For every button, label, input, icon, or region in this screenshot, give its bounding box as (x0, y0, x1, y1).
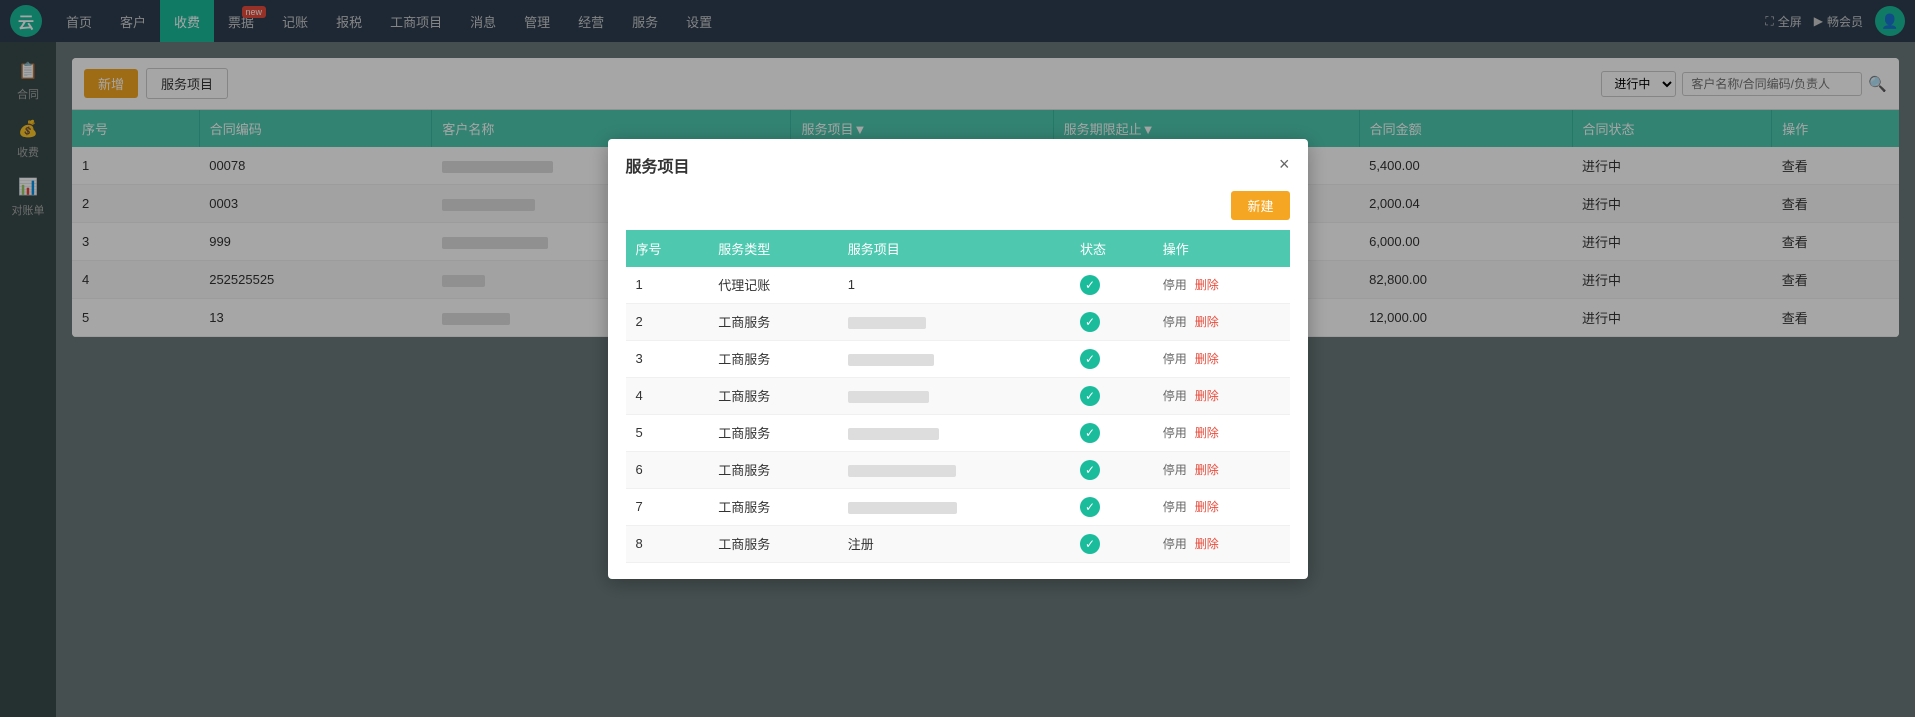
modal-cell-item (838, 340, 1070, 377)
modal-header: 服务项目 × (608, 139, 1308, 185)
stop-button[interactable]: 停用 (1163, 463, 1187, 477)
item-name-blurred (848, 317, 927, 329)
modal-cell-status: ✓ (1070, 451, 1153, 488)
delete-button[interactable]: 删除 (1195, 537, 1219, 551)
modal-cell-status: ✓ (1070, 267, 1153, 304)
modal-cell-seq: 6 (626, 451, 709, 488)
modal-overlay[interactable]: 服务项目 × 新建 序号服务类型服务项目状态操作 1代理记账1✓停用删除2工商服… (0, 0, 1915, 717)
stop-button[interactable]: 停用 (1163, 315, 1187, 329)
status-ok-icon: ✓ (1080, 423, 1100, 443)
stop-button[interactable]: 停用 (1163, 500, 1187, 514)
modal-col-header-2: 服务项目 (838, 230, 1070, 267)
modal-cell-actions: 停用删除 (1153, 488, 1290, 525)
modal-cell-actions: 停用删除 (1153, 267, 1290, 304)
modal-cell-seq: 1 (626, 267, 709, 304)
stop-button[interactable]: 停用 (1163, 426, 1187, 440)
modal-cell-actions: 停用删除 (1153, 303, 1290, 340)
modal-new-button[interactable]: 新建 (1231, 191, 1289, 220)
modal-cell-status: ✓ (1070, 377, 1153, 414)
modal-cell-type: 工商服务 (708, 451, 838, 488)
modal-cell-type: 工商服务 (708, 340, 838, 377)
modal-cell-actions: 停用删除 (1153, 525, 1290, 562)
modal-cell-actions: 停用删除 (1153, 377, 1290, 414)
modal-table-body: 1代理记账1✓停用删除2工商服务✓停用删除3工商服务✓停用删除4工商服务✓停用删… (626, 267, 1290, 563)
item-name-blurred (848, 502, 957, 514)
modal-header-row: 序号服务类型服务项目状态操作 (626, 230, 1290, 267)
modal-cell-type: 工商服务 (708, 525, 838, 562)
item-name-blurred (848, 391, 929, 403)
status-ok-icon: ✓ (1080, 386, 1100, 406)
modal-title: 服务项目 (626, 153, 690, 177)
modal-cell-actions: 停用删除 (1153, 451, 1290, 488)
modal-cell-type: 代理记账 (708, 267, 838, 304)
stop-button[interactable]: 停用 (1163, 537, 1187, 551)
modal-toolbar: 新建 (608, 185, 1308, 230)
modal-cell-status: ✓ (1070, 488, 1153, 525)
modal-table-row: 7工商服务 ✓ 停用删除 (626, 488, 1290, 525)
modal-cell-actions: 停用删除 (1153, 414, 1290, 451)
modal-cell-item (838, 451, 1070, 488)
modal-cell-status: ✓ (1070, 414, 1153, 451)
modal-table-row: 2工商服务 ✓ 停用删除 (626, 303, 1290, 340)
status-ok-icon: ✓ (1080, 534, 1100, 554)
modal-cell-seq: 2 (626, 303, 709, 340)
modal-table-row: 1代理记账1 ✓ 停用删除 (626, 267, 1290, 304)
modal-table-row: 8工商服务注册 ✓ 停用删除 (626, 525, 1290, 562)
modal-col-header-3: 状态 (1070, 230, 1153, 267)
modal-cell-seq: 5 (626, 414, 709, 451)
modal-cell-type: 工商服务 (708, 377, 838, 414)
delete-button[interactable]: 删除 (1195, 500, 1219, 514)
delete-button[interactable]: 删除 (1195, 278, 1219, 292)
delete-button[interactable]: 删除 (1195, 426, 1219, 440)
modal-cell-seq: 4 (626, 377, 709, 414)
delete-button[interactable]: 删除 (1195, 389, 1219, 403)
item-name-blurred (848, 354, 935, 366)
modal-body: 序号服务类型服务项目状态操作 1代理记账1✓停用删除2工商服务✓停用删除3工商服… (608, 230, 1308, 579)
modal-table-row: 5工商服务 ✓ 停用删除 (626, 414, 1290, 451)
modal-table-row: 4工商服务 ✓ 停用删除 (626, 377, 1290, 414)
modal-table-row: 3工商服务 ✓ 停用删除 (626, 340, 1290, 377)
item-name-blurred (848, 465, 956, 477)
modal-cell-type: 工商服务 (708, 303, 838, 340)
status-ok-icon: ✓ (1080, 349, 1100, 369)
modal-cell-seq: 8 (626, 525, 709, 562)
modal-col-header-4: 操作 (1153, 230, 1290, 267)
stop-button[interactable]: 停用 (1163, 352, 1187, 366)
delete-button[interactable]: 删除 (1195, 463, 1219, 477)
item-name-blurred (848, 428, 939, 440)
status-ok-icon: ✓ (1080, 275, 1100, 295)
modal-cell-item (838, 488, 1070, 525)
stop-button[interactable]: 停用 (1163, 389, 1187, 403)
modal-cell-actions: 停用删除 (1153, 340, 1290, 377)
modal-cell-type: 工商服务 (708, 414, 838, 451)
modal-cell-type: 工商服务 (708, 488, 838, 525)
modal-cell-item (838, 377, 1070, 414)
modal-cell-item (838, 414, 1070, 451)
modal-close-button[interactable]: × (1279, 154, 1290, 175)
modal-cell-status: ✓ (1070, 340, 1153, 377)
modal-cell-item (838, 303, 1070, 340)
modal-cell-item: 1 (838, 267, 1070, 304)
service-items-table: 序号服务类型服务项目状态操作 1代理记账1✓停用删除2工商服务✓停用删除3工商服… (626, 230, 1290, 563)
status-ok-icon: ✓ (1080, 497, 1100, 517)
modal-col-header-1: 服务类型 (708, 230, 838, 267)
modal-cell-item: 注册 (838, 525, 1070, 562)
modal-cell-status: ✓ (1070, 525, 1153, 562)
delete-button[interactable]: 删除 (1195, 352, 1219, 366)
service-modal: 服务项目 × 新建 序号服务类型服务项目状态操作 1代理记账1✓停用删除2工商服… (608, 139, 1308, 579)
modal-cell-status: ✓ (1070, 303, 1153, 340)
modal-cell-seq: 7 (626, 488, 709, 525)
stop-button[interactable]: 停用 (1163, 278, 1187, 292)
delete-button[interactable]: 删除 (1195, 315, 1219, 329)
status-ok-icon: ✓ (1080, 312, 1100, 332)
modal-cell-seq: 3 (626, 340, 709, 377)
modal-table-header: 序号服务类型服务项目状态操作 (626, 230, 1290, 267)
modal-col-header-0: 序号 (626, 230, 709, 267)
status-ok-icon: ✓ (1080, 460, 1100, 480)
modal-table-row: 6工商服务 ✓ 停用删除 (626, 451, 1290, 488)
